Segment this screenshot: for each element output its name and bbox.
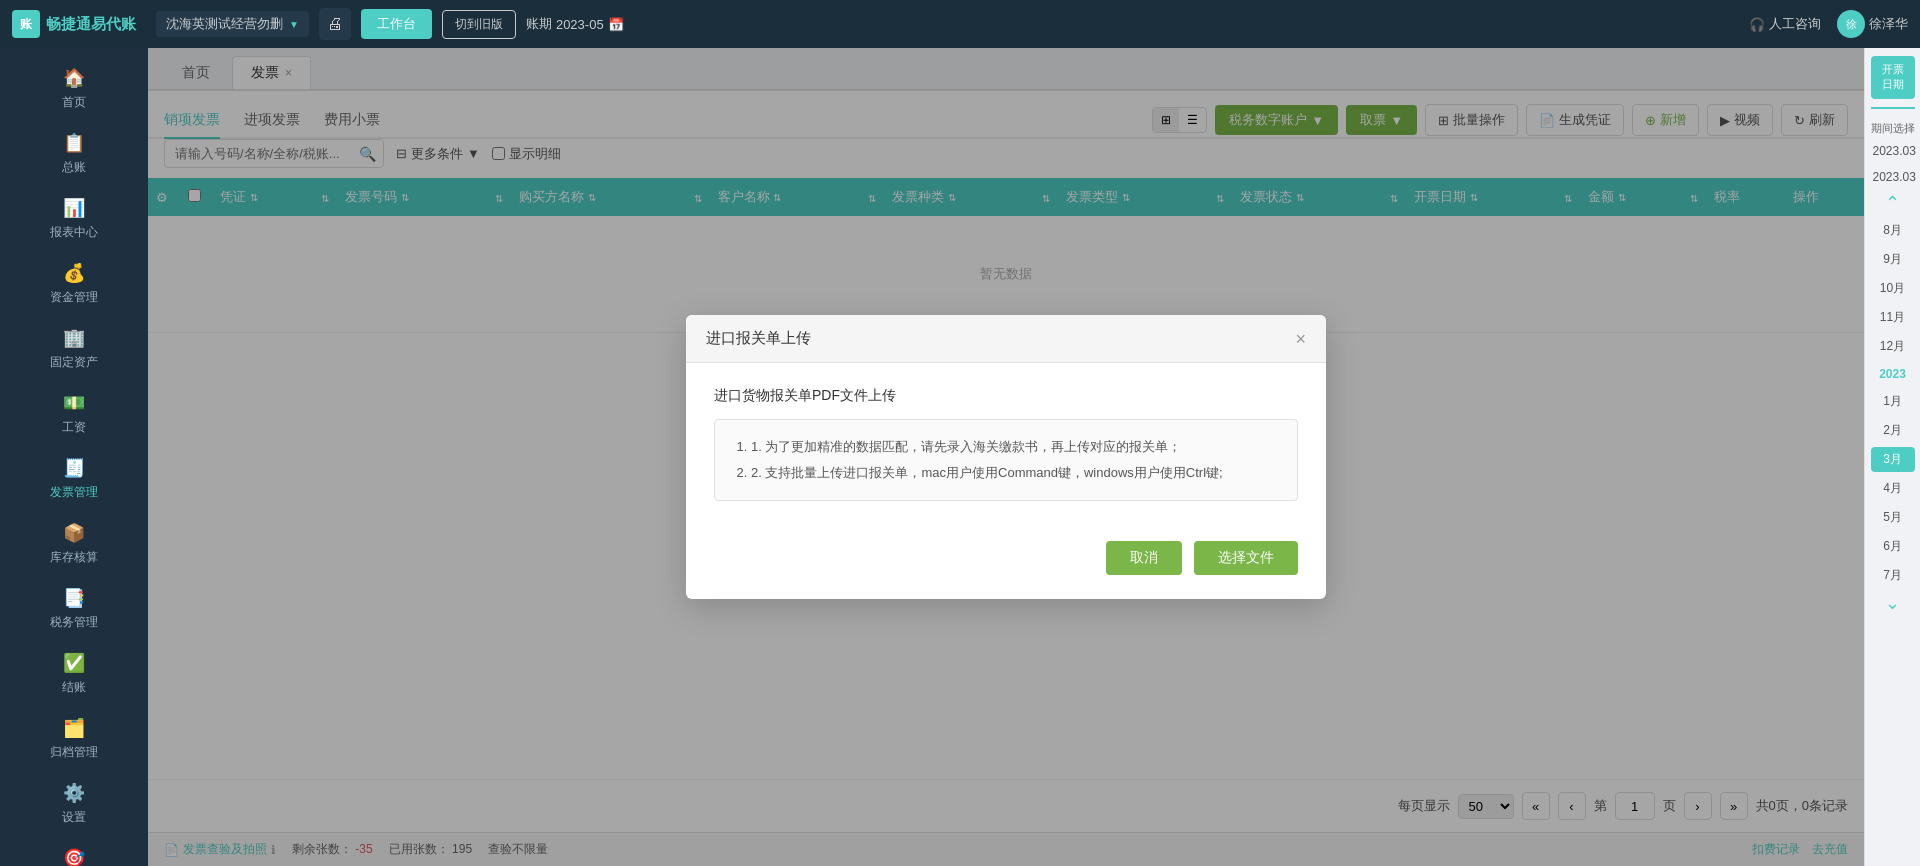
instruction-1: 1. 为了更加精准的数据匹配，请先录入海关缴款书，再上传对应的报关单； — [751, 434, 1279, 460]
avatar: 徐 — [1837, 10, 1865, 38]
modal-overlay: 进口报关单上传 × 进口货物报关单PDF文件上传 1. 为了更加精准的数据匹配，… — [148, 48, 1864, 866]
period-12[interactable]: 12月 — [1871, 334, 1915, 359]
modal-footer: 取消 选择文件 — [686, 525, 1326, 599]
open-date-btn[interactable]: 开票日期 — [1871, 56, 1915, 99]
sidebar-item-close-account[interactable]: ✅ 结账 — [0, 641, 148, 706]
company-selector[interactable]: 沈海英测试经营勿删 ▼ — [156, 11, 309, 37]
archive-icon: 🗂️ — [62, 716, 86, 740]
sidebar-item-salary-label: 工资 — [62, 419, 86, 436]
sidebar-item-assets[interactable]: 🏢 固定资产 — [0, 316, 148, 381]
company-dropdown-icon: ▼ — [289, 19, 299, 30]
sidebar-item-guide[interactable]: 🎯 新手引导 — [0, 836, 148, 866]
headset-icon: 🎧 — [1749, 17, 1765, 32]
sidebar-item-reports[interactable]: 📊 报表中心 — [0, 186, 148, 251]
instruction-2: 2. 支持批量上传进口报关单，mac用户使用Command键，windows用户… — [751, 460, 1279, 486]
workspace-button[interactable]: 工作台 — [361, 9, 432, 39]
sidebar-item-tax-label: 税务管理 — [50, 614, 98, 631]
sidebar-item-close-account-label: 结账 — [62, 679, 86, 696]
modal-header: 进口报关单上传 × — [686, 315, 1326, 363]
reports-icon: 📊 — [62, 196, 86, 220]
period-2[interactable]: 2月 — [1871, 418, 1915, 443]
modal-select-file-button[interactable]: 选择文件 — [1194, 541, 1298, 575]
period-3[interactable]: 3月 — [1871, 447, 1915, 472]
period-2023-03-2[interactable]: 2023.03 — [1871, 166, 1915, 188]
sidebar-item-archive-label: 归档管理 — [50, 744, 98, 761]
period-8[interactable]: 8月 — [1871, 218, 1915, 243]
app-logo: 账 畅捷通易代账 — [12, 10, 136, 38]
sidebar-item-settings[interactable]: ⚙️ 设置 — [0, 771, 148, 836]
company-name: 沈海英测试经营勿删 — [166, 15, 283, 33]
user-menu[interactable]: 徐 徐泽华 — [1837, 10, 1908, 38]
modal-section-title: 进口货物报关单PDF文件上传 — [714, 387, 1298, 405]
capital-icon: 💰 — [62, 261, 86, 285]
username-label: 徐泽华 — [1869, 15, 1908, 33]
close-account-icon: ✅ — [62, 651, 86, 675]
sidebar-item-capital-label: 资金管理 — [50, 289, 98, 306]
logo-icon: 账 — [12, 10, 40, 38]
period-9[interactable]: 9月 — [1871, 247, 1915, 272]
topbar-right: 🎧 人工咨询 徐 徐泽华 — [1749, 10, 1908, 38]
print-icon[interactable]: 🖨 — [319, 8, 351, 40]
period-11[interactable]: 11月 — [1871, 305, 1915, 330]
sidebar-item-ledger[interactable]: 📋 总账 — [0, 121, 148, 186]
right-panel: 开票日期 期间选择 2023.03 2023.03 ⌃ 8月 9月 10月 11… — [1864, 48, 1920, 866]
sidebar-item-invoices-label: 发票管理 — [50, 484, 98, 501]
invoices-icon: 🧾 — [62, 456, 86, 480]
sidebar-item-home-label: 首页 — [62, 94, 86, 111]
sidebar-item-capital[interactable]: 💰 资金管理 — [0, 251, 148, 316]
period-year-2023[interactable]: 2023 — [1871, 363, 1915, 385]
period-2023-03-1[interactable]: 2023.03 — [1871, 140, 1915, 162]
period-down-icon[interactable]: ⌄ — [1885, 592, 1900, 614]
period-5[interactable]: 5月 — [1871, 505, 1915, 530]
sidebar-item-invoices[interactable]: 🧾 发票管理 — [0, 446, 148, 511]
import-customs-modal: 进口报关单上传 × 进口货物报关单PDF文件上传 1. 为了更加精准的数据匹配，… — [686, 315, 1326, 599]
home-icon: 🏠 — [62, 66, 86, 90]
sidebar-item-inventory-label: 库存核算 — [50, 549, 98, 566]
right-panel-divider — [1871, 107, 1915, 109]
period-6[interactable]: 6月 — [1871, 534, 1915, 559]
topbar: 账 畅捷通易代账 沈海英测试经营勿删 ▼ 🖨 工作台 切到旧版 账期 2023-… — [0, 0, 1920, 48]
period-7[interactable]: 7月 — [1871, 563, 1915, 588]
sidebar-item-tax[interactable]: 📑 税务管理 — [0, 576, 148, 641]
modal-title: 进口报关单上传 — [706, 329, 811, 348]
period-4[interactable]: 4月 — [1871, 476, 1915, 501]
settings-icon: ⚙️ — [62, 781, 86, 805]
period-10[interactable]: 10月 — [1871, 276, 1915, 301]
sidebar-item-assets-label: 固定资产 — [50, 354, 98, 371]
period-value: 2023-05 — [556, 17, 604, 32]
service-label: 人工咨询 — [1769, 15, 1821, 33]
sidebar-item-settings-label: 设置 — [62, 809, 86, 826]
salary-icon: 💵 — [62, 391, 86, 415]
period-calendar-icon[interactable]: 📅 — [608, 17, 624, 32]
content-area: 首页 发票 × 销项发票 进项发票 费用小票 ⊞ ☰ 税务数字账户 — [148, 48, 1864, 866]
tax-icon: 📑 — [62, 586, 86, 610]
period-label: 账期 — [526, 15, 552, 33]
sidebar-item-ledger-label: 总账 — [62, 159, 86, 176]
inventory-icon: 📦 — [62, 521, 86, 545]
sidebar: 🏠 首页 📋 总账 📊 报表中心 💰 资金管理 🏢 固定资产 💵 工资 🧾 发票… — [0, 48, 148, 866]
modal-info-box: 1. 为了更加精准的数据匹配，请先录入海关缴款书，再上传对应的报关单； 2. 支… — [714, 419, 1298, 501]
sidebar-item-salary[interactable]: 💵 工资 — [0, 381, 148, 446]
old-version-button[interactable]: 切到旧版 — [442, 10, 516, 39]
sidebar-item-archive[interactable]: 🗂️ 归档管理 — [0, 706, 148, 771]
sidebar-item-home[interactable]: 🏠 首页 — [0, 56, 148, 121]
main-layout: 🏠 首页 📋 总账 📊 报表中心 💰 资金管理 🏢 固定资产 💵 工资 🧾 发票… — [0, 48, 1920, 866]
ledger-icon: 📋 — [62, 131, 86, 155]
sidebar-item-inventory[interactable]: 📦 库存核算 — [0, 511, 148, 576]
modal-cancel-button[interactable]: 取消 — [1106, 541, 1182, 575]
period-display: 账期 2023-05 📅 — [526, 15, 624, 33]
sidebar-item-reports-label: 报表中心 — [50, 224, 98, 241]
period-select-title: 期间选择 — [1871, 121, 1915, 136]
guide-icon: 🎯 — [62, 846, 86, 866]
assets-icon: 🏢 — [62, 326, 86, 350]
period-up-icon[interactable]: ⌃ — [1885, 192, 1900, 214]
service-link[interactable]: 🎧 人工咨询 — [1749, 15, 1821, 33]
modal-body: 进口货物报关单PDF文件上传 1. 为了更加精准的数据匹配，请先录入海关缴款书，… — [686, 363, 1326, 525]
app-name: 畅捷通易代账 — [46, 15, 136, 34]
modal-close-button[interactable]: × — [1295, 330, 1306, 348]
period-1[interactable]: 1月 — [1871, 389, 1915, 414]
